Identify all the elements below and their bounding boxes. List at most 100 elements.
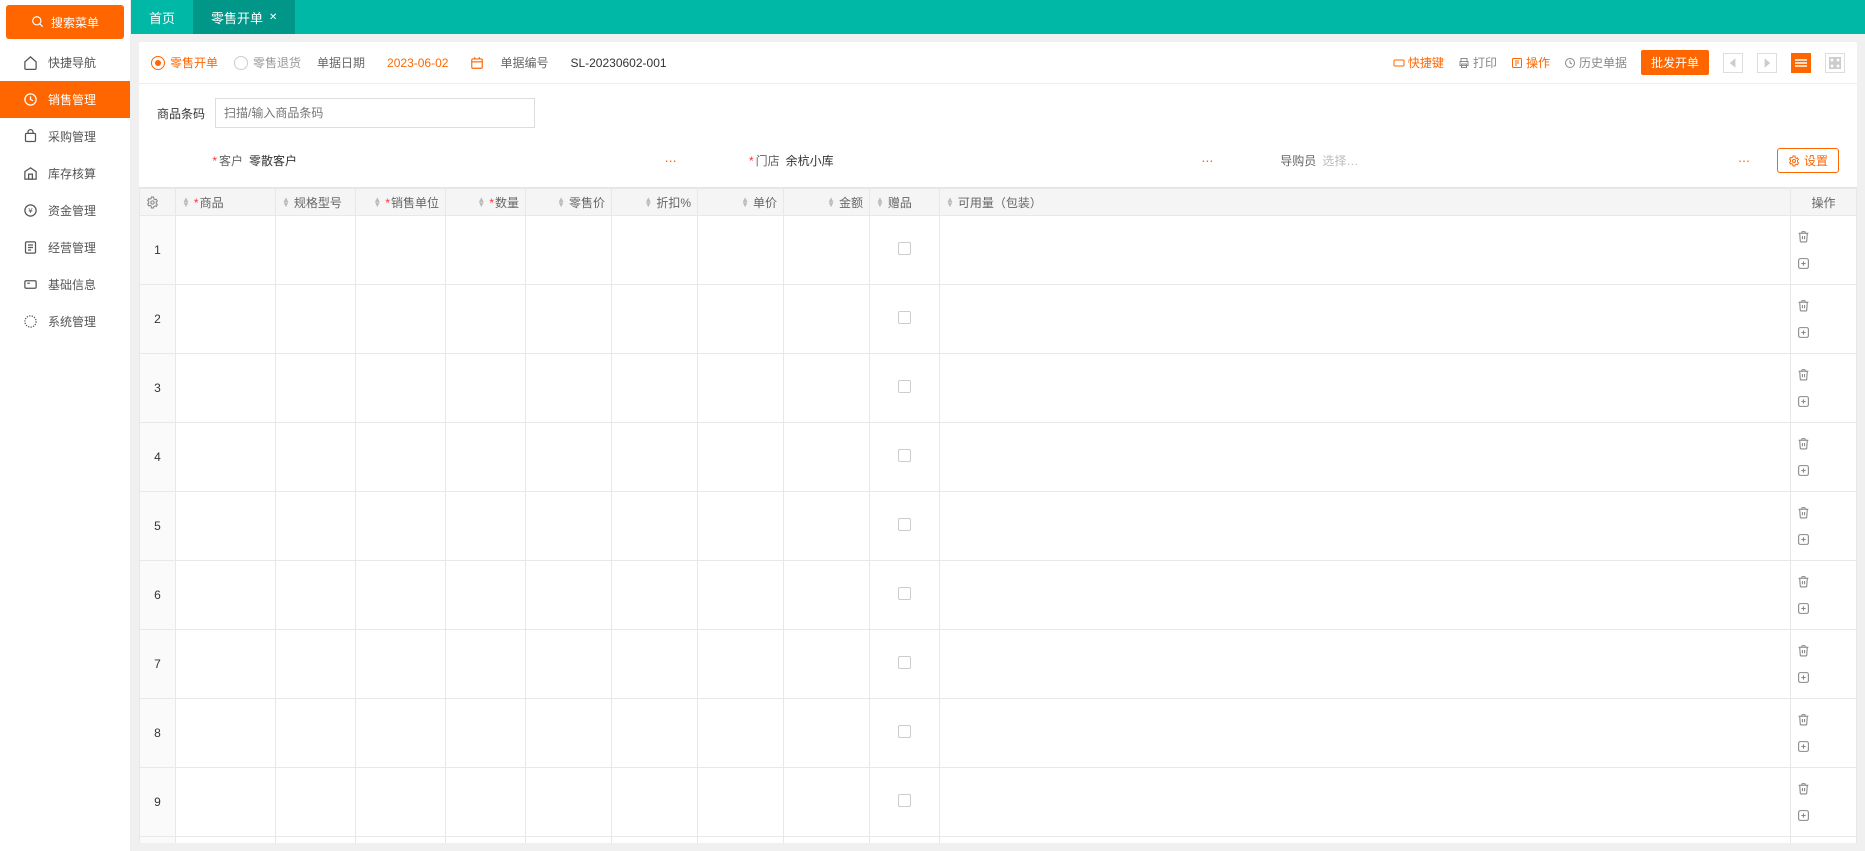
gift-checkbox[interactable] <box>898 794 911 807</box>
row-index: 7 <box>140 630 176 699</box>
sidebar-item-label: 快捷导航 <box>48 54 96 71</box>
tab[interactable]: 首页 <box>131 0 193 34</box>
row-index: 6 <box>140 561 176 630</box>
sidebar-item-stock[interactable]: 库存核算 <box>0 155 130 192</box>
col-discount[interactable]: ▲▼折扣% <box>612 189 698 216</box>
sidebar-item-label: 销售管理 <box>48 91 96 108</box>
col-spec[interactable]: ▲▼规格型号 <box>276 189 356 216</box>
sidebar-item-home[interactable]: 快捷导航 <box>0 44 130 81</box>
code-label: 单据编号 <box>500 54 548 71</box>
col-gift[interactable]: ▲▼赠品 <box>870 189 940 216</box>
filter-row: 客户 零散客户 ⋯ 门店 余杭小库 ⋯ 导购员 选择… ⋯ <box>139 142 1857 187</box>
row-index: 1 <box>140 216 176 285</box>
gift-checkbox[interactable] <box>898 242 911 255</box>
delete-row-icon[interactable] <box>1797 575 1850 588</box>
content-card: 零售开单零售退货 单据日期 2023-06-02 单据编号 SL-2023060… <box>139 42 1857 843</box>
col-unit[interactable]: ▲▼销售单位 <box>356 189 446 216</box>
sidebar-item-label: 经营管理 <box>48 239 96 256</box>
gift-checkbox[interactable] <box>898 380 911 393</box>
operate-link[interactable]: 操作 <box>1511 54 1550 71</box>
tab-bar: 首页零售开单✕ <box>131 0 1865 34</box>
table-row[interactable]: 3 <box>140 354 1857 423</box>
sidebar-item-sale[interactable]: 销售管理 <box>0 81 130 118</box>
col-amount[interactable]: ▲▼金额 <box>784 189 870 216</box>
sidebar-item-label: 系统管理 <box>48 313 96 330</box>
add-row-icon[interactable] <box>1797 257 1850 270</box>
delete-row-icon[interactable] <box>1797 368 1850 381</box>
code-value: SL-20230602-001 <box>564 54 672 72</box>
batch-order-button[interactable]: 批发开单 <box>1641 50 1709 75</box>
sidebar-item-sys[interactable]: 系统管理 <box>0 303 130 340</box>
search-menu-button[interactable]: 搜索菜单 <box>6 5 124 39</box>
gift-checkbox[interactable] <box>898 656 911 669</box>
col-price[interactable]: ▲▼单价 <box>698 189 784 216</box>
close-icon[interactable]: ✕ <box>269 12 277 23</box>
col-qty[interactable]: ▲▼数量 <box>446 189 526 216</box>
delete-row-icon[interactable] <box>1797 230 1850 243</box>
next-button[interactable] <box>1757 53 1777 73</box>
table-row[interactable]: 4 <box>140 423 1857 492</box>
gift-checkbox[interactable] <box>898 587 911 600</box>
sidebar-item-label: 采购管理 <box>48 128 96 145</box>
table-row[interactable]: 6 <box>140 561 1857 630</box>
add-row-icon[interactable] <box>1797 602 1850 615</box>
store-select[interactable]: 余杭小库 ⋯ <box>786 152 1225 169</box>
table-row[interactable]: 7 <box>140 630 1857 699</box>
print-link[interactable]: 打印 <box>1458 54 1497 71</box>
add-row-icon[interactable] <box>1797 326 1850 339</box>
order-type-radio[interactable]: 零售开单 <box>151 54 218 71</box>
sidebar-item-label: 基础信息 <box>48 276 96 293</box>
search-menu-label: 搜索菜单 <box>51 14 99 31</box>
sidebar-item-fund[interactable]: ¥资金管理 <box>0 192 130 229</box>
calendar-icon[interactable] <box>470 56 484 70</box>
table-row[interactable]: 1 <box>140 216 1857 285</box>
sidebar: 搜索菜单 快捷导航销售管理采购管理库存核算¥资金管理经营管理基础信息系统管理 <box>0 0 131 851</box>
add-row-icon[interactable] <box>1797 671 1850 684</box>
barcode-input[interactable] <box>215 98 535 128</box>
row-index: 10 <box>140 837 176 844</box>
shortcut-link[interactable]: 快捷键 <box>1393 54 1444 71</box>
grid-view-button[interactable] <box>1825 53 1845 73</box>
guide-label: 导购员 <box>1276 152 1316 169</box>
sidebar-item-biz[interactable]: 经营管理 <box>0 229 130 266</box>
table-row[interactable]: 2 <box>140 285 1857 354</box>
col-retail[interactable]: ▲▼零售价 <box>526 189 612 216</box>
home-icon <box>22 55 38 70</box>
table-row[interactable]: 9 <box>140 768 1857 837</box>
order-type-radio[interactable]: 零售退货 <box>234 54 301 71</box>
add-row-icon[interactable] <box>1797 533 1850 546</box>
delete-row-icon[interactable] <box>1797 713 1850 726</box>
sidebar-item-purchase[interactable]: 采购管理 <box>0 118 130 155</box>
settings-button[interactable]: 设置 <box>1777 148 1839 173</box>
customer-select[interactable]: 零散客户 ⋯ <box>249 152 688 169</box>
row-index: 9 <box>140 768 176 837</box>
add-row-icon[interactable] <box>1797 740 1850 753</box>
col-product[interactable]: ▲▼商品 <box>176 189 276 216</box>
add-row-icon[interactable] <box>1797 809 1850 822</box>
gift-checkbox[interactable] <box>898 311 911 324</box>
tab[interactable]: 零售开单✕ <box>193 0 295 34</box>
prev-button[interactable] <box>1723 53 1743 73</box>
col-gear[interactable] <box>140 189 176 216</box>
delete-row-icon[interactable] <box>1797 782 1850 795</box>
gift-checkbox[interactable] <box>898 725 911 738</box>
add-row-icon[interactable] <box>1797 464 1850 477</box>
delete-row-icon[interactable] <box>1797 299 1850 312</box>
date-label: 单据日期 <box>317 54 365 71</box>
table-row[interactable]: 5 <box>140 492 1857 561</box>
history-link[interactable]: 历史单据 <box>1564 54 1627 71</box>
date-value[interactable]: 2023-06-02 <box>381 54 454 72</box>
gift-checkbox[interactable] <box>898 518 911 531</box>
table-row[interactable]: 8 <box>140 699 1857 768</box>
col-avail[interactable]: ▲▼可用量（包装） <box>940 189 1791 216</box>
gift-checkbox[interactable] <box>898 449 911 462</box>
add-row-icon[interactable] <box>1797 395 1850 408</box>
sidebar-item-base[interactable]: 基础信息 <box>0 266 130 303</box>
delete-row-icon[interactable] <box>1797 437 1850 450</box>
purchase-icon <box>22 129 38 144</box>
delete-row-icon[interactable] <box>1797 644 1850 657</box>
guide-select[interactable]: 选择… ⋯ <box>1322 152 1761 169</box>
table-row[interactable]: 10 <box>140 837 1857 844</box>
delete-row-icon[interactable] <box>1797 506 1850 519</box>
list-view-button[interactable] <box>1791 53 1811 73</box>
